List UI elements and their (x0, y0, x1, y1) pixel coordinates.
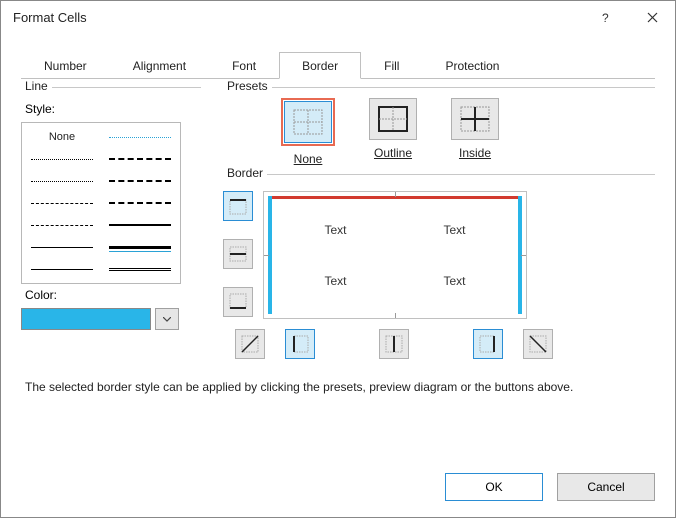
border-mid-h-button[interactable] (223, 239, 253, 269)
preset-none[interactable]: None (281, 98, 335, 166)
line-group: Line Style: None Color: (21, 87, 201, 330)
close-button[interactable] (629, 1, 675, 33)
cancel-button[interactable]: Cancel (557, 473, 655, 501)
border-diag-up-button[interactable] (235, 329, 265, 359)
line-style-opt[interactable] (104, 237, 176, 257)
tab-font[interactable]: Font (209, 52, 279, 79)
preview-cell: Text (276, 255, 395, 306)
border-preview[interactable]: Text Text Text Text (263, 191, 527, 319)
tab-number[interactable]: Number (21, 52, 110, 79)
border-group-label: Border (223, 166, 267, 180)
border-top-button[interactable] (223, 191, 253, 221)
line-style-opt[interactable] (104, 193, 176, 213)
line-style-opt[interactable] (26, 259, 98, 279)
svg-text:?: ? (602, 11, 609, 23)
border-mid-v-button[interactable] (379, 329, 409, 359)
line-style-none[interactable]: None (49, 131, 75, 143)
line-style-opt[interactable] (26, 193, 98, 213)
preset-outline-icon (378, 106, 408, 132)
border-diag-down-button[interactable] (523, 329, 553, 359)
preview-cell: Text (395, 204, 514, 255)
border-right-button[interactable] (473, 329, 503, 359)
presets-group-label: Presets (223, 79, 272, 93)
line-style-opt[interactable] (104, 149, 176, 169)
line-style-list[interactable]: None (21, 122, 181, 284)
ok-button[interactable]: OK (445, 473, 543, 501)
color-dropdown[interactable] (155, 308, 179, 330)
line-style-opt[interactable] (104, 127, 176, 147)
tab-protection[interactable]: Protection (422, 52, 522, 79)
line-style-opt[interactable] (26, 237, 98, 257)
line-style-opt[interactable] (26, 215, 98, 235)
color-swatch[interactable] (21, 308, 151, 330)
presets-group: Presets None Outline (223, 87, 655, 166)
chevron-down-icon (163, 317, 171, 322)
tab-bar: Number Alignment Font Border Fill Protec… (21, 51, 655, 79)
tab-alignment[interactable]: Alignment (110, 52, 209, 79)
preset-none-icon (293, 109, 323, 135)
tab-fill[interactable]: Fill (361, 52, 422, 79)
preview-cell: Text (276, 204, 395, 255)
border-left-button[interactable] (285, 329, 315, 359)
line-style-opt[interactable] (104, 259, 176, 279)
color-label: Color: (25, 288, 201, 302)
border-group: Border Text Text (223, 174, 655, 359)
hint-text: The selected border style can be applied… (25, 379, 651, 396)
line-style-opt[interactable] (26, 149, 98, 169)
preset-inside-icon (460, 106, 490, 132)
preset-inside[interactable]: Inside (451, 98, 499, 166)
line-style-opt[interactable] (26, 171, 98, 191)
border-bottom-button[interactable] (223, 287, 253, 317)
help-button[interactable]: ? (583, 1, 629, 33)
dialog-title: Format Cells (13, 10, 583, 25)
line-style-opt[interactable] (104, 215, 176, 235)
preset-outline[interactable]: Outline (369, 98, 417, 166)
preview-cell: Text (395, 255, 514, 306)
line-style-opt[interactable] (104, 171, 176, 191)
title-bar: Format Cells ? (1, 1, 675, 33)
style-label: Style: (25, 102, 201, 116)
tab-border[interactable]: Border (279, 52, 361, 79)
line-group-label: Line (21, 79, 52, 93)
